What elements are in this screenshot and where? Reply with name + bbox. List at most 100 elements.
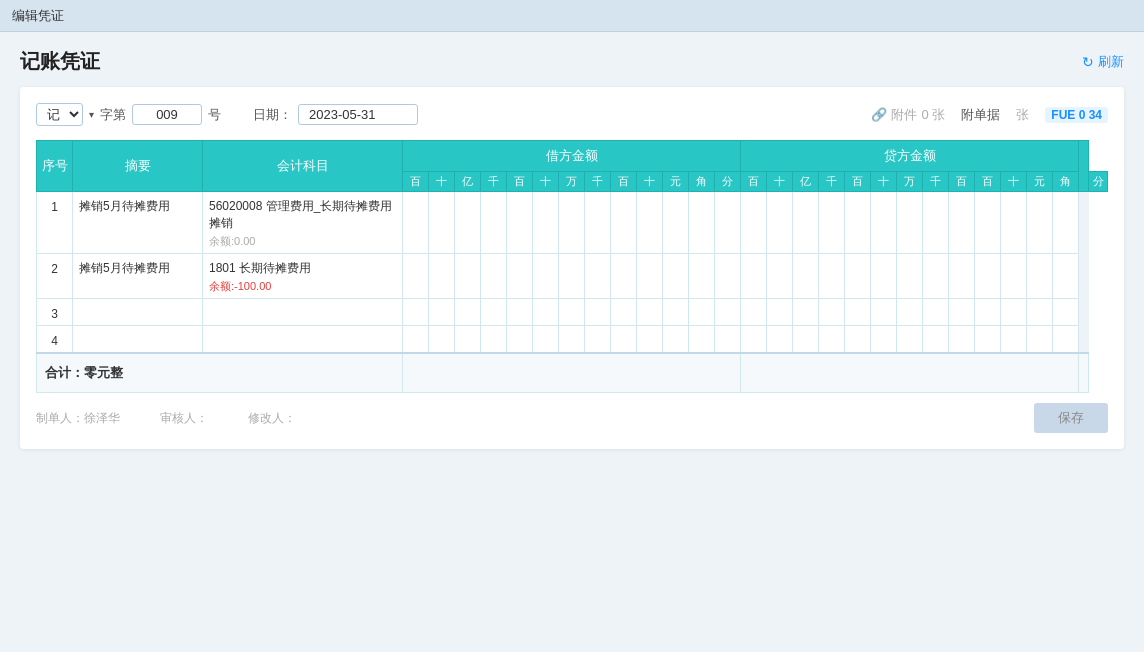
row-account-1[interactable]: 56020008 管理费用_长期待摊费用摊销余额:0.00: [203, 192, 403, 254]
row-1-credit-8[interactable]: [949, 192, 975, 254]
row-account-3[interactable]: [203, 299, 403, 326]
row-2-credit-5[interactable]: [871, 254, 897, 299]
row-1-debit-4[interactable]: [507, 192, 533, 254]
row-2-credit-3[interactable]: [819, 254, 845, 299]
attach-single-label[interactable]: 附单据: [961, 106, 1000, 124]
row-4-credit-5[interactable]: [871, 326, 897, 354]
row-4-debit-10[interactable]: [663, 326, 689, 354]
row-3-debit-0[interactable]: [403, 299, 429, 326]
row-3-credit-11[interactable]: [1027, 299, 1053, 326]
row-4-debit-4[interactable]: [507, 326, 533, 354]
row-4-credit-7[interactable]: [923, 326, 949, 354]
row-account-2[interactable]: 1801 长期待摊费用余额:-100.00: [203, 254, 403, 299]
row-2-debit-1[interactable]: [429, 254, 455, 299]
row-4-credit-12[interactable]: [1053, 326, 1079, 354]
row-2-credit-9[interactable]: [975, 254, 1001, 299]
row-4-debit-8[interactable]: [611, 326, 637, 354]
row-2-debit-10[interactable]: [663, 254, 689, 299]
row-3-credit-1[interactable]: [767, 299, 793, 326]
row-4-debit-7[interactable]: [585, 326, 611, 354]
row-4-credit-4[interactable]: [845, 326, 871, 354]
row-2-debit-4[interactable]: [507, 254, 533, 299]
row-2-credit-8[interactable]: [949, 254, 975, 299]
row-1-debit-3[interactable]: [481, 192, 507, 254]
row-2-debit-5[interactable]: [533, 254, 559, 299]
refresh-button[interactable]: ↻ 刷新: [1082, 53, 1124, 71]
attachment-link[interactable]: 🔗 附件 0 张: [871, 106, 945, 124]
row-1-debit-10[interactable]: [663, 192, 689, 254]
row-4-debit-11[interactable]: [689, 326, 715, 354]
row-3-credit-3[interactable]: [819, 299, 845, 326]
row-1-debit-5[interactable]: [533, 192, 559, 254]
row-3-credit-9[interactable]: [975, 299, 1001, 326]
row-2-credit-1[interactable]: [767, 254, 793, 299]
row-3-debit-8[interactable]: [611, 299, 637, 326]
row-1-credit-0[interactable]: [741, 192, 767, 254]
row-1-credit-10[interactable]: [1001, 192, 1027, 254]
row-4-debit-12[interactable]: [715, 326, 741, 354]
row-1-credit-11[interactable]: [1027, 192, 1053, 254]
row-3-credit-7[interactable]: [923, 299, 949, 326]
row-2-credit-7[interactable]: [923, 254, 949, 299]
row-1-credit-2[interactable]: [793, 192, 819, 254]
row-3-credit-4[interactable]: [845, 299, 871, 326]
row-4-credit-8[interactable]: [949, 326, 975, 354]
table-row[interactable]: 1摊销5月待摊费用56020008 管理费用_长期待摊费用摊销余额:0.00: [37, 192, 1108, 254]
row-4-debit-2[interactable]: [455, 326, 481, 354]
row-2-debit-8[interactable]: [611, 254, 637, 299]
row-4-debit-5[interactable]: [533, 326, 559, 354]
voucher-number-input[interactable]: [132, 104, 202, 125]
row-1-debit-11[interactable]: [689, 192, 715, 254]
row-4-credit-10[interactable]: [1001, 326, 1027, 354]
row-3-credit-10[interactable]: [1001, 299, 1027, 326]
row-2-debit-7[interactable]: [585, 254, 611, 299]
row-3-debit-6[interactable]: [559, 299, 585, 326]
row-summary-4[interactable]: [73, 326, 203, 354]
row-4-debit-0[interactable]: [403, 326, 429, 354]
row-2-debit-2[interactable]: [455, 254, 481, 299]
row-1-debit-0[interactable]: [403, 192, 429, 254]
row-2-credit-0[interactable]: [741, 254, 767, 299]
row-1-debit-6[interactable]: [559, 192, 585, 254]
row-3-debit-9[interactable]: [637, 299, 663, 326]
row-2-debit-11[interactable]: [689, 254, 715, 299]
row-3-debit-5[interactable]: [533, 299, 559, 326]
row-1-credit-1[interactable]: [767, 192, 793, 254]
row-4-debit-3[interactable]: [481, 326, 507, 354]
row-2-debit-3[interactable]: [481, 254, 507, 299]
row-3-debit-7[interactable]: [585, 299, 611, 326]
row-1-debit-7[interactable]: [585, 192, 611, 254]
row-1-credit-3[interactable]: [819, 192, 845, 254]
row-1-credit-7[interactable]: [923, 192, 949, 254]
row-4-debit-6[interactable]: [559, 326, 585, 354]
row-1-debit-2[interactable]: [455, 192, 481, 254]
row-4-credit-6[interactable]: [897, 326, 923, 354]
row-1-credit-5[interactable]: [871, 192, 897, 254]
row-2-credit-2[interactable]: [793, 254, 819, 299]
row-4-credit-1[interactable]: [767, 326, 793, 354]
row-2-credit-6[interactable]: [897, 254, 923, 299]
row-summary-1[interactable]: 摊销5月待摊费用: [73, 192, 203, 254]
row-2-debit-0[interactable]: [403, 254, 429, 299]
row-2-credit-12[interactable]: [1053, 254, 1079, 299]
row-3-credit-8[interactable]: [949, 299, 975, 326]
table-row[interactable]: 4: [37, 326, 1108, 354]
row-3-debit-12[interactable]: [715, 299, 741, 326]
row-3-debit-1[interactable]: [429, 299, 455, 326]
row-4-debit-1[interactable]: [429, 326, 455, 354]
voucher-type-select[interactable]: 记: [36, 103, 83, 126]
row-2-credit-4[interactable]: [845, 254, 871, 299]
row-1-credit-12[interactable]: [1053, 192, 1079, 254]
row-2-debit-9[interactable]: [637, 254, 663, 299]
row-3-credit-2[interactable]: [793, 299, 819, 326]
row-1-credit-9[interactable]: [975, 192, 1001, 254]
row-3-credit-12[interactable]: [1053, 299, 1079, 326]
row-summary-3[interactable]: [73, 299, 203, 326]
table-row[interactable]: 3: [37, 299, 1108, 326]
row-account-4[interactable]: [203, 326, 403, 354]
row-1-debit-8[interactable]: [611, 192, 637, 254]
row-1-credit-6[interactable]: [897, 192, 923, 254]
row-4-credit-11[interactable]: [1027, 326, 1053, 354]
row-4-credit-3[interactable]: [819, 326, 845, 354]
row-4-credit-2[interactable]: [793, 326, 819, 354]
